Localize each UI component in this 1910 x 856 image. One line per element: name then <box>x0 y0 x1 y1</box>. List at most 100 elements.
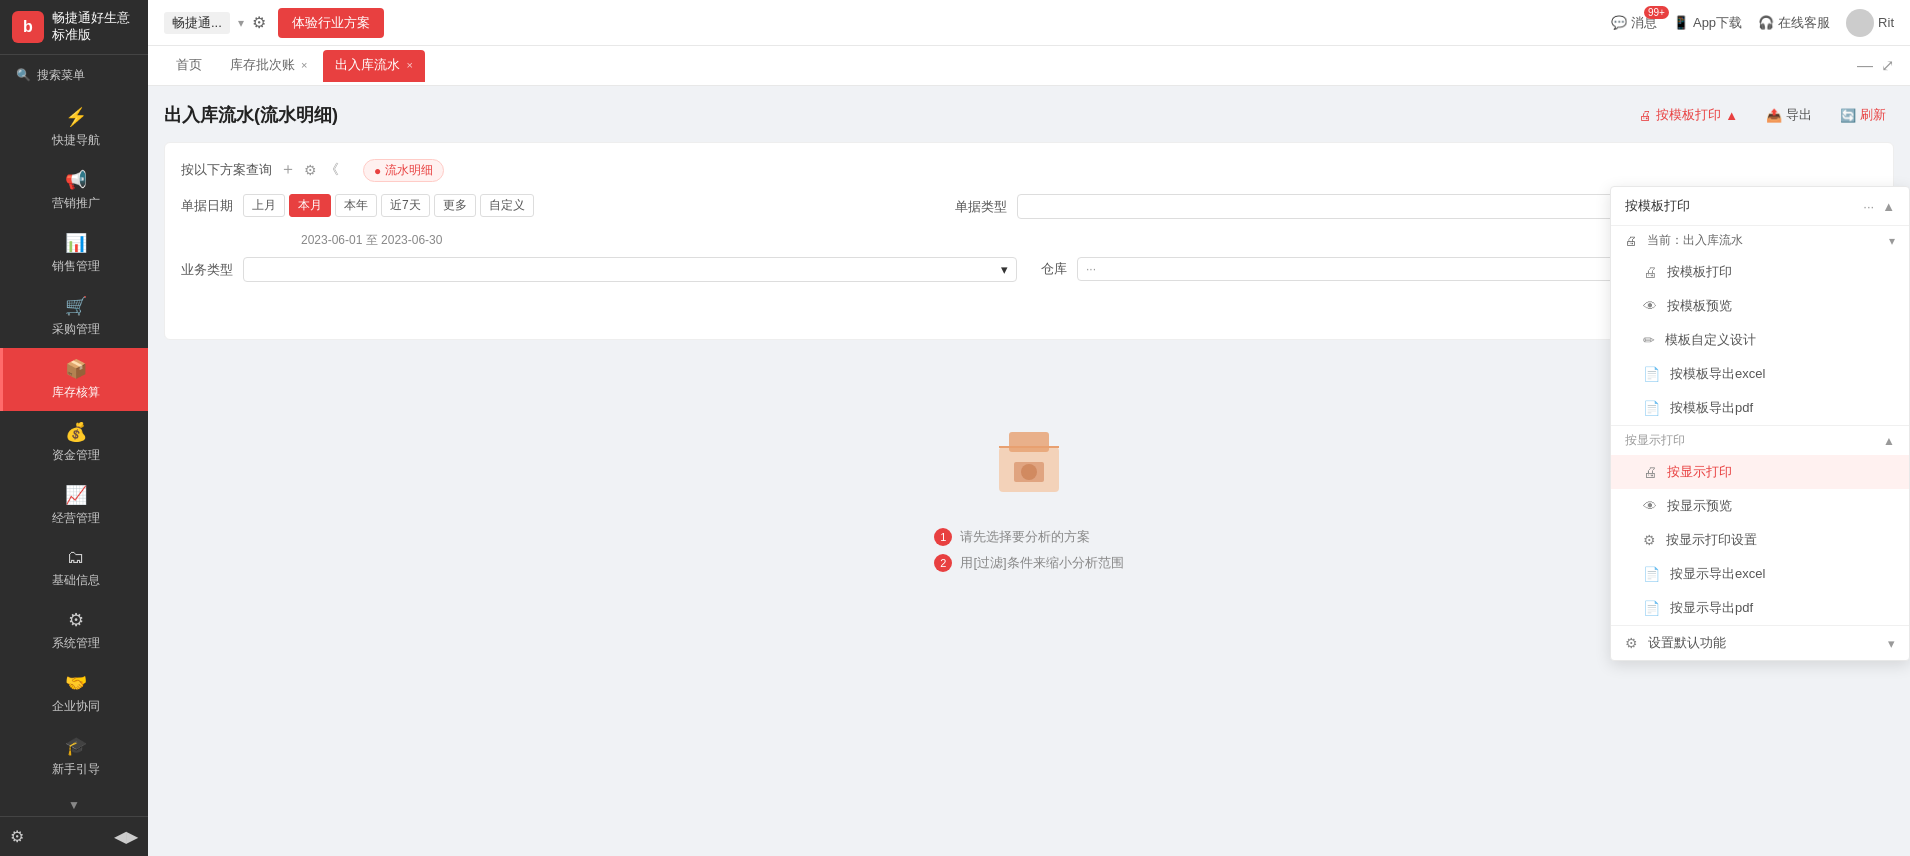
current-label-text: 当前：出入库流水 <box>1647 232 1743 249</box>
user-avatar <box>1846 9 1874 37</box>
tab-batch-close-icon[interactable]: × <box>301 59 307 71</box>
date-more-btn[interactable]: 更多 <box>434 194 476 217</box>
step2-num: 2 <box>934 554 952 572</box>
dropdown-item-template-print[interactable]: 🖨 按模板打印 <box>1611 255 1909 289</box>
online-service-btn[interactable]: 🎧 在线客服 <box>1758 14 1830 32</box>
export-btn[interactable]: 📤 导出 <box>1758 102 1820 128</box>
sidebar-item-guide[interactable]: 🎓 新手引导 <box>0 725 148 788</box>
tab-expand-icon[interactable]: ⤢ <box>1881 56 1894 75</box>
dropdown-item-template-pdf[interactable]: 📄 按模板导出pdf <box>1611 391 1909 425</box>
display-preview-label: 按显示预览 <box>1667 497 1732 515</box>
dropdown-item-display-excel[interactable]: 📄 按显示导出excel <box>1611 557 1909 591</box>
doc-type-label: 单据类型 <box>955 198 1007 216</box>
tab-bar-right: — ⤢ <box>1857 56 1894 75</box>
dropdown-collapse-icon[interactable]: ▲ <box>1882 199 1895 214</box>
search-icon: 🔍 <box>16 68 31 82</box>
filter-tag-icon: ● <box>374 164 381 178</box>
printer-small-icon: 🖨 <box>1625 234 1637 248</box>
default-func-label: 设置默认功能 <box>1648 634 1726 652</box>
filter-settings-btn[interactable]: ⚙ <box>304 162 317 178</box>
sidebar-item-quick-nav[interactable]: ⚡ 快捷导航 <box>0 96 148 159</box>
tab-batch-account[interactable]: 库存批次账 × <box>218 50 319 82</box>
basic-info-icon: 🗂 <box>67 547 85 568</box>
sidebar-search-area[interactable]: 🔍 搜索菜单 <box>0 55 148 96</box>
empty-illustration <box>979 412 1079 512</box>
template-preview-label: 按模板预览 <box>1667 297 1732 315</box>
dropdown-display-section: 按显示打印 ▲ <box>1611 425 1909 455</box>
dropdown-item-template-excel[interactable]: 📄 按模板导出excel <box>1611 357 1909 391</box>
date-this-month-btn[interactable]: 本月 <box>289 194 331 217</box>
refresh-btn[interactable]: 🔄 刷新 <box>1832 102 1894 128</box>
print-template-btn[interactable]: 🖨 按模板打印 ▲ <box>1631 102 1746 128</box>
dropdown-item-display-pdf[interactable]: 📄 按显示导出pdf <box>1611 591 1909 625</box>
current-label-arrow[interactable]: ▾ <box>1889 234 1895 248</box>
user-name-label: Rit <box>1878 15 1894 30</box>
filter-scheme-label: 按以下方案查询 <box>181 161 272 179</box>
dropdown-item-display-settings[interactable]: ⚙ 按显示打印设置 <box>1611 523 1909 557</box>
app-title: 畅捷通好生意 <box>52 10 130 27</box>
date-label: 单据日期 <box>181 197 233 215</box>
tab-home[interactable]: 首页 <box>164 50 214 82</box>
page-actions: 🖨 按模板打印 ▲ 📤 导出 🔄 刷新 <box>1631 102 1894 128</box>
search-menu-btn[interactable]: 🔍 搜索菜单 <box>10 63 138 88</box>
topbar-gear-icon[interactable]: ⚙ <box>252 13 266 32</box>
dropdown-title: 按模板打印 <box>1625 197 1690 215</box>
topbar-dropdown-icon[interactable]: ▾ <box>238 16 244 30</box>
date-7days-btn[interactable]: 近7天 <box>381 194 430 217</box>
display-section-collapse[interactable]: ▲ <box>1883 434 1895 448</box>
trial-btn[interactable]: 体验行业方案 <box>278 8 384 38</box>
step1-num: 1 <box>934 528 952 546</box>
date-this-year-btn[interactable]: 本年 <box>335 194 377 217</box>
sidebar-item-label: 基础信息 <box>52 572 100 589</box>
settings-bottom-icon[interactable]: ⚙ <box>10 827 24 846</box>
display-excel-icon: 📄 <box>1643 566 1660 582</box>
date-custom-btn[interactable]: 自定义 <box>480 194 534 217</box>
sidebar-item-label: 系统管理 <box>52 635 100 652</box>
add-filter-btn[interactable]: ＋ <box>280 159 296 180</box>
sidebar-item-sales[interactable]: 📊 销售管理 <box>0 222 148 285</box>
app-logo-text: 畅捷通好生意 标准版 <box>52 10 130 44</box>
collapse-sidebar-icon[interactable]: ◀▶ <box>114 827 138 846</box>
tab-minimize-icon[interactable]: — <box>1857 57 1873 75</box>
sidebar-item-basic-info[interactable]: 🗂 基础信息 <box>0 537 148 599</box>
tab-inout-flow[interactable]: 出入库流水 × <box>323 50 424 82</box>
sidebar-item-marketing[interactable]: 📢 营销推广 <box>0 159 148 222</box>
step1-text: 请先选择要分析的方案 <box>960 528 1090 546</box>
sidebar-item-finance[interactable]: 💰 资金管理 <box>0 411 148 474</box>
display-pdf-icon: 📄 <box>1643 600 1660 616</box>
sidebar-item-purchase[interactable]: 🛒 采购管理 <box>0 285 148 348</box>
app-download-btn[interactable]: 📱 App下载 <box>1673 14 1742 32</box>
filter-collapse-btn[interactable]: 《 <box>325 161 339 179</box>
app-logo-icon: b <box>12 11 44 43</box>
biz-type-select[interactable]: ▾ <box>243 257 1017 282</box>
doc-type-select[interactable]: ▾ <box>1017 194 1705 219</box>
sidebar-nav: ⚡ 快捷导航 📢 营销推广 📊 销售管理 🛒 采购管理 📦 库存核算 💰 资金管… <box>0 96 148 794</box>
active-filter-tag[interactable]: ● 流水明细 <box>363 159 444 182</box>
warehouse-placeholder: ··· <box>1086 262 1096 276</box>
sidebar-item-system[interactable]: ⚙ 系统管理 <box>0 599 148 662</box>
topbar: 畅捷通... ▾ ⚙ 体验行业方案 💬 消息 99+ 📱 App下载 🎧 在线客… <box>148 0 1910 46</box>
message-btn[interactable]: 💬 消息 99+ <box>1611 14 1657 32</box>
svg-point-3 <box>1021 464 1037 480</box>
sidebar-item-operations[interactable]: 📈 经营管理 <box>0 474 148 537</box>
dropdown-more-icon[interactable]: ··· <box>1863 199 1874 214</box>
sidebar-item-inventory[interactable]: 📦 库存核算 <box>0 348 148 411</box>
doc-type-filter-group: 单据类型 ▾ <box>955 194 1705 219</box>
purchase-icon: 🛒 <box>65 295 87 317</box>
display-excel-label: 按显示导出excel <box>1670 565 1765 583</box>
biz-type-label: 业务类型 <box>181 261 233 279</box>
headset-icon: 🎧 <box>1758 15 1774 30</box>
dropdown-item-display-print[interactable]: 🖨 按显示打印 <box>1611 455 1909 489</box>
sidebar-item-cooperation[interactable]: 🤝 企业协同 <box>0 662 148 725</box>
tab-inout-close-icon[interactable]: × <box>406 59 412 71</box>
user-avatar-area[interactable]: Rit <box>1846 9 1894 37</box>
dropdown-item-template-custom[interactable]: ✏ 模板自定义设计 <box>1611 323 1909 357</box>
dropdown-default-func[interactable]: ⚙ 设置默认功能 ▾ <box>1611 625 1909 660</box>
dropdown-item-template-preview[interactable]: 👁 按模板预览 <box>1611 289 1909 323</box>
template-print-icon: 🖨 <box>1643 264 1657 280</box>
dropdown-item-display-preview[interactable]: 👁 按显示预览 <box>1611 489 1909 523</box>
empty-step-2: 2 用[过滤]条件来缩小分析范围 <box>934 554 1123 572</box>
biz-type-filter-group: 业务类型 ▾ <box>181 257 1017 282</box>
export-icon: 📤 <box>1766 108 1782 123</box>
date-last-month-btn[interactable]: 上月 <box>243 194 285 217</box>
